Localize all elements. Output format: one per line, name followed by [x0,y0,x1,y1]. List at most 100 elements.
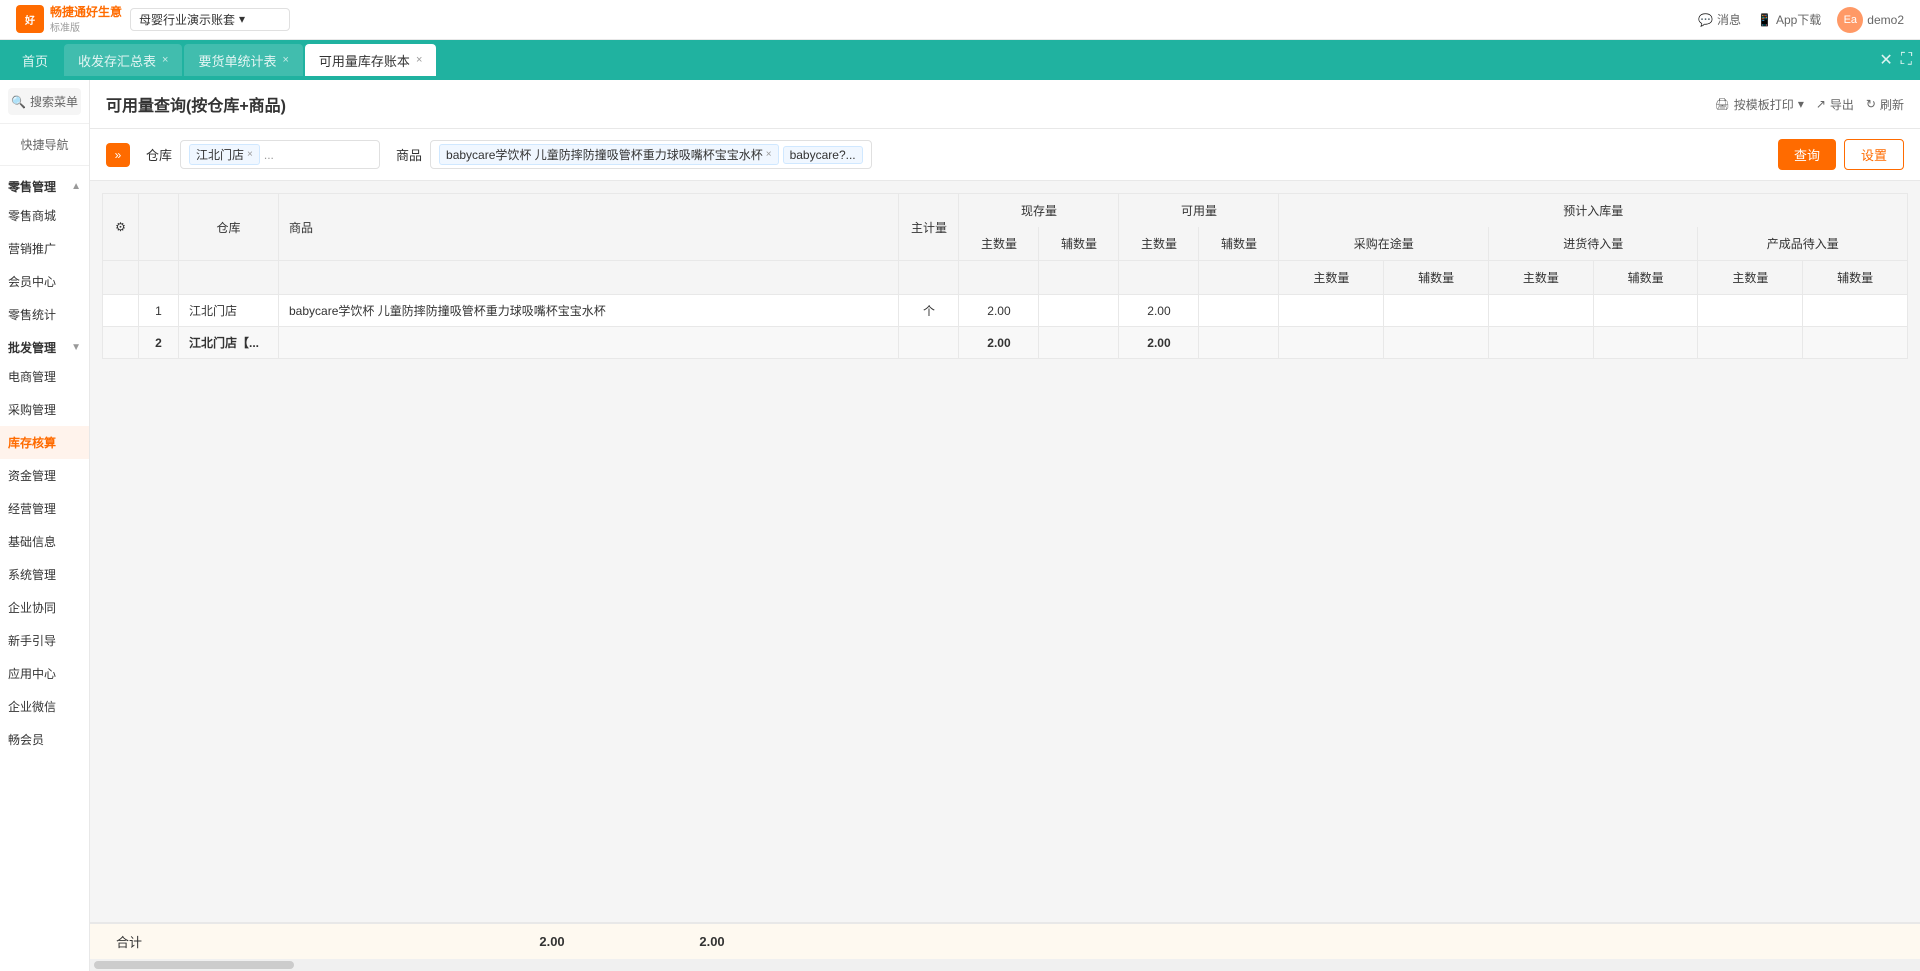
sidebar-item-system[interactable]: 系统管理 [0,558,89,591]
th-production-main: 主数量 [1698,261,1803,295]
tab-available-stock[interactable]: 可用量库存账本 × [305,44,436,76]
tab-home[interactable]: 首页 [8,44,62,76]
page-header: 可用量查询(按仓库+商品) 🖨 按模板打印 ▾ ↗ 导出 ↻ 刷新 [90,80,1920,129]
cell-warehouse-1: 江北门店【... [179,327,279,359]
export-icon: ↗ [1816,97,1826,111]
product-tags[interactable]: babycare学饮杯 儿童防摔防撞吸管杯重力球吸嘴杯宝宝水杯 × babyca… [430,140,872,169]
filter-expand-btn[interactable]: » [106,143,130,167]
th-avail-main: 主数量 [1119,227,1199,261]
sidebar-item-finance[interactable]: 资金管理 [0,459,89,492]
sidebar-item-member[interactable]: 畅会员 [0,723,89,756]
cell-avail-aux-1 [1199,327,1279,359]
cell-unit-0: 个 [899,295,959,327]
sidebar-item-inventory[interactable]: 库存核算 [0,426,89,459]
sidebar-item-members[interactable]: 会员中心 [0,265,89,298]
logo-text: 畅捷通好生意 标准版 [50,5,122,34]
sidebar-item-ecommerce[interactable]: 电商管理 [0,360,89,393]
cell-stock-aux-0 [1039,295,1119,327]
inventory-table: ⚙ 仓库 商品 主计量 现存量 可用量 预计入库量 主数量 辅数量 主数量 辅数… [102,193,1908,359]
warehouse-tags[interactable]: 江北门店 × ... [180,140,380,169]
cell-settings-1 [103,327,139,359]
cell-purchase-main-1 [1279,327,1384,359]
cell-purchase-main-0 [1279,295,1384,327]
tab-close-receipts[interactable]: × [162,54,168,66]
th-stock-aux: 辅数量 [1039,227,1119,261]
sidebar-item-basics[interactable]: 基础信息 [0,525,89,558]
th-incoming-main: 主数量 [1488,261,1593,295]
th-stock-main: 主数量 [959,227,1039,261]
logo-icon: 好 [16,5,44,33]
th-settings: ⚙ [103,194,139,261]
sidebar-item-retail-mall[interactable]: 零售商城 [0,199,89,232]
cell-stock-aux-1 [1039,327,1119,359]
cell-production-main-1 [1698,327,1803,359]
footer-stock-main: 2.00 [512,934,592,949]
mobile-icon: 📱 [1757,13,1772,27]
warehouse-more[interactable]: ... [264,148,274,162]
message-btn[interactable]: 💬 消息 [1698,11,1741,28]
th-available: 可用量 [1119,194,1279,228]
sidebar: 🔍 搜索菜单 快捷导航 零售管理 ▲ 零售商城 营销推广 会员中心 零售统计 批… [0,80,90,971]
refresh-btn[interactable]: ↻ 刷新 [1866,96,1904,113]
chevron-down-icon: ▾ [1798,97,1804,111]
th-production-aux: 辅数量 [1803,261,1908,295]
cell-purchase-aux-1 [1384,327,1489,359]
fullscreen-btn[interactable]: ⛶ [1901,51,1912,69]
settings-button[interactable]: 设置 [1844,139,1904,170]
logo-area: 好 畅捷通好生意 标准版 [16,5,122,34]
sidebar-item-retail[interactable]: 零售管理 ▲ [0,170,89,199]
page-title: 可用量查询(按仓库+商品) [106,92,286,116]
filter-row: » 仓库 江北门店 × ... 商品 babycare学饮杯 儿童防摔防撞吸管杯… [90,129,1920,181]
cell-settings [103,295,139,327]
main-layout: 🔍 搜索菜单 快捷导航 零售管理 ▲ 零售商城 营销推广 会员中心 零售统计 批… [0,80,1920,971]
product-tag-1: babycare?... [783,146,863,164]
filter-actions: 查询 设置 [1778,139,1904,170]
th-incoming-aux: 辅数量 [1593,261,1698,295]
sidebar-item-enterprise[interactable]: 企业协同 [0,591,89,624]
sidebar-item-marketing[interactable]: 营销推广 [0,232,89,265]
cell-product-0: babycare学饮杯 儿童防摔防撞吸管杯重力球吸嘴杯宝宝水杯 [279,295,899,327]
tab-receipts[interactable]: 收发存汇总表 × [64,44,182,76]
nav-tabs: 首页 收发存汇总表 × 要货单统计表 × 可用量库存账本 × ✕ ⛶ [0,40,1920,80]
sidebar-item-newbie[interactable]: 新手引导 [0,624,89,657]
th-incoming: 进货待入量 [1488,227,1698,261]
tab-order-stats[interactable]: 要货单统计表 × [184,44,302,76]
product-tag-0: babycare学饮杯 儿童防摔防撞吸管杯重力球吸嘴杯宝宝水杯 × [439,144,779,165]
tab-close-order-stats[interactable]: × [282,54,288,66]
industry-select[interactable]: 母婴行业演示账套 ▾ [130,8,290,31]
print-btn[interactable]: 🖨 按模板打印 ▾ [1715,96,1804,113]
sidebar-item-wholesale[interactable]: 批发管理 ▼ [0,331,89,360]
th-unit: 主计量 [899,194,959,261]
cell-production-aux-1 [1803,327,1908,359]
sidebar-item-operations[interactable]: 经营管理 [0,492,89,525]
cell-avail-main-0: 2.00 [1119,295,1199,327]
cell-product-1 [279,327,899,359]
page-actions: 🖨 按模板打印 ▾ ↗ 导出 ↻ 刷新 [1715,96,1904,113]
search-menu-btn[interactable]: 🔍 搜索菜单 [8,88,81,115]
cell-unit-1 [899,327,959,359]
app-download-btn[interactable]: 📱 App下载 [1757,11,1821,28]
warehouse-tag-close[interactable]: × [247,149,253,160]
sidebar-item-wechat[interactable]: 企业微信 [0,690,89,723]
print-icon: 🖨 [1715,97,1730,111]
product-tag-close-0[interactable]: × [766,149,772,160]
query-button[interactable]: 查询 [1778,139,1836,170]
sidebar-item-quick-nav[interactable]: 快捷导航 [0,130,89,159]
product-label: 商品 [396,145,422,164]
th-rownum [139,194,179,261]
cell-purchase-aux-0 [1384,295,1489,327]
sidebar-item-appstore[interactable]: 应用中心 [0,657,89,690]
cell-production-main-0 [1698,295,1803,327]
th-purchase-aux: 辅数量 [1384,261,1489,295]
scroll-thumb[interactable] [94,961,294,969]
user-menu[interactable]: Ea demo2 [1837,7,1904,33]
sidebar-item-purchase[interactable]: 采购管理 [0,393,89,426]
horizontal-scrollbar[interactable] [90,959,1920,971]
table-container[interactable]: ⚙ 仓库 商品 主计量 现存量 可用量 预计入库量 主数量 辅数量 主数量 辅数… [90,181,1920,922]
th-warehouse: 仓库 [179,194,279,261]
content-area: 可用量查询(按仓库+商品) 🖨 按模板打印 ▾ ↗ 导出 ↻ 刷新 [90,80,1920,971]
close-all-tabs-btn[interactable]: ✕ [1879,50,1892,70]
export-btn[interactable]: ↗ 导出 [1816,96,1854,113]
sidebar-item-retail-stats[interactable]: 零售统计 [0,298,89,331]
tab-close-available-stock[interactable]: × [416,54,422,66]
